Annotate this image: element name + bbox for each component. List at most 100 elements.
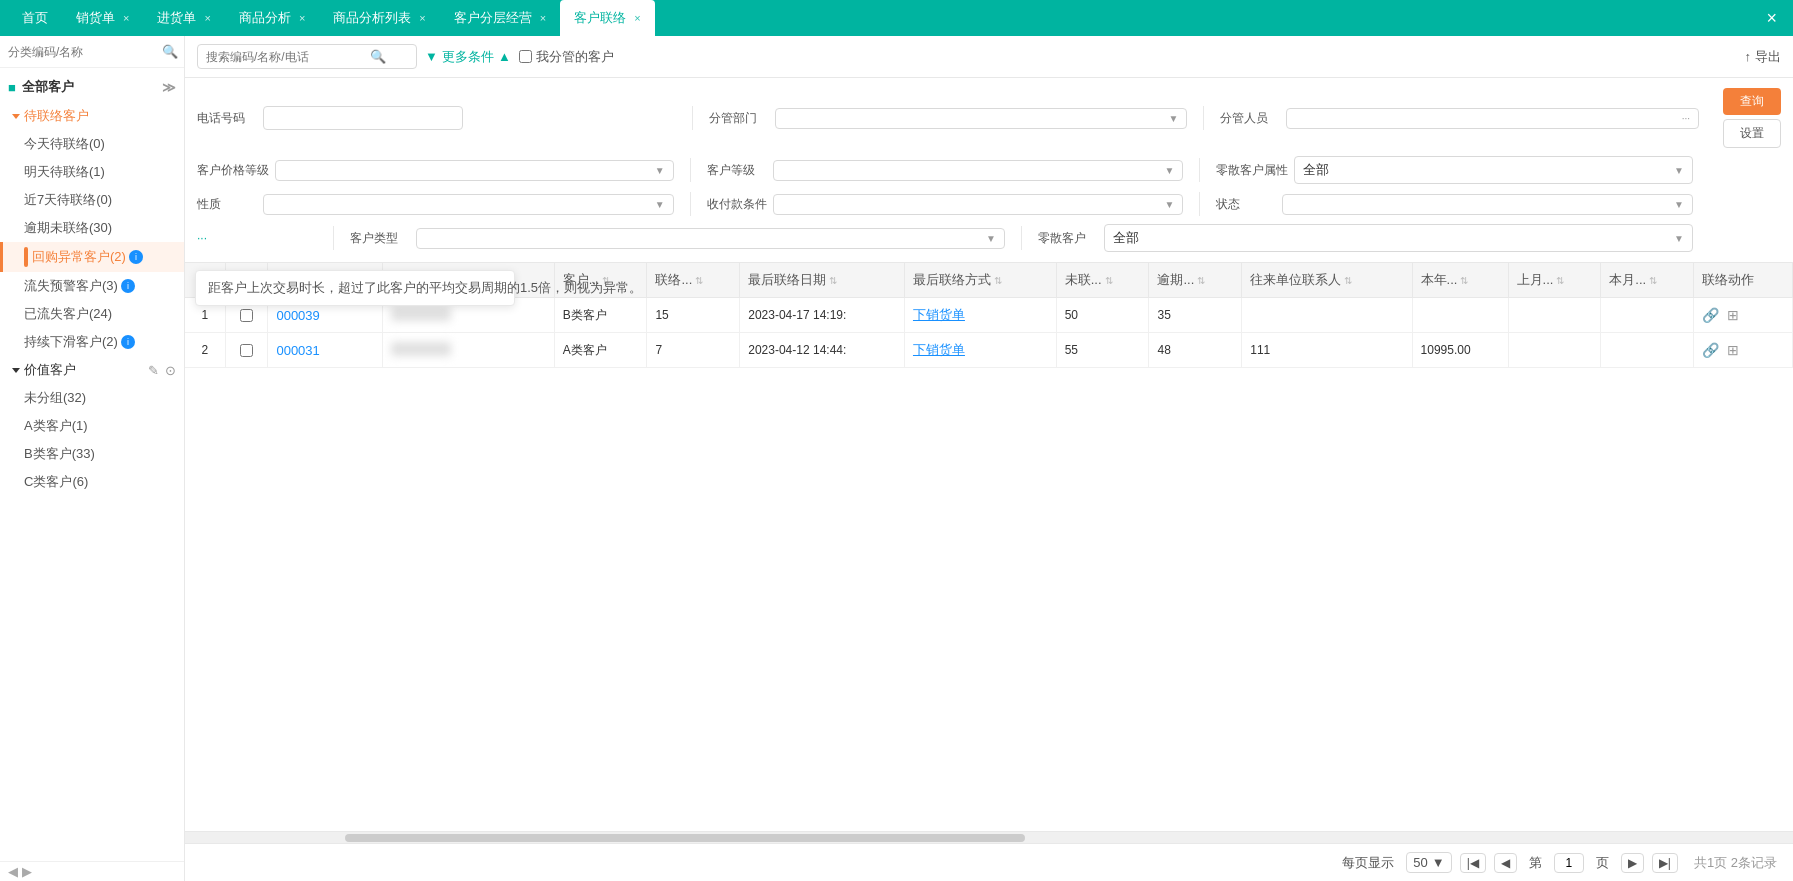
row-this-year [1412,298,1508,333]
query-button[interactable]: 查询 [1723,88,1781,115]
sort-icon: ⇅ [1649,275,1657,286]
page-size-select[interactable]: 50 ▼ [1406,852,1451,873]
status-select[interactable]: ▼ [1282,194,1693,215]
sidebar-item-tomorrow[interactable]: 明天待联络(1) [0,158,184,186]
sidebar-item-class-b[interactable]: B类客户(33) [0,440,184,468]
table-container[interactable]: ⚙ 客户编码 ⇅ 客户名称 [185,263,1793,831]
top-nav: 首页 销货单 × 进货单 × 商品分析 × 商品分析列表 × 客户分层经营 × … [0,0,1793,36]
col-header-this-year[interactable]: 本年... ⇅ [1412,263,1508,298]
close-all-button[interactable]: × [1758,8,1785,29]
sort-icon: ⇅ [1556,275,1564,286]
close-icon[interactable]: × [419,12,425,24]
nature-select[interactable]: ▼ [263,194,674,215]
col-header-not-contacted[interactable]: 未联... ⇅ [1056,263,1149,298]
close-icon[interactable]: × [204,12,210,24]
price-level-select[interactable]: ▼ [275,160,674,181]
sidebar-item-class-c[interactable]: C类客户(6) [0,468,184,496]
retail-attr-select[interactable]: 全部 ▼ [1294,156,1693,184]
close-icon[interactable]: × [123,12,129,24]
link-action-icon[interactable]: 🔗 [1702,342,1719,358]
chevron-down-icon: ▼ [1164,199,1174,210]
more-conditions-button[interactable]: ▼ 更多条件 ▲ [425,48,511,66]
edit-icon[interactable]: ✎ [148,363,159,378]
col-header-overdue[interactable]: 逾期... ⇅ [1149,263,1242,298]
horizontal-scrollbar[interactable] [185,831,1793,843]
link-action-icon[interactable]: 🔗 [1702,307,1719,323]
search-input[interactable] [206,50,366,64]
nav-tab-home[interactable]: 首页 [8,0,62,36]
customer-level-select[interactable]: ▼ [773,160,1184,181]
close-icon[interactable]: × [540,12,546,24]
page-number-input[interactable] [1554,853,1584,873]
col-header-unit-contact[interactable]: 往来单位联系人 ⇅ [1242,263,1412,298]
page-first-button[interactable]: |◀ [1460,853,1486,873]
col-header-last-contact-method[interactable]: 最后联络方式 ⇅ [904,263,1056,298]
more-link[interactable]: ··· [197,231,207,245]
settings-icon[interactable]: ⊙ [165,363,176,378]
sidebar-item-churned[interactable]: 已流失客户(24) [0,300,184,328]
sidebar-item-ungrouped[interactable]: 未分组(32) [0,384,184,412]
settings-button[interactable]: 设置 [1723,119,1781,148]
sidebar-item-class-a[interactable]: A类客户(1) [0,412,184,440]
col-header-last-month[interactable]: 上月... ⇅ [1508,263,1601,298]
scroll-thumb[interactable] [345,834,1025,842]
col-header-contact[interactable]: 联络... ⇅ [647,263,740,298]
retail-select[interactable]: 全部 ▼ [1104,224,1693,252]
nav-tab-sales[interactable]: 销货单 × [62,0,143,36]
filter-nature: 性质 ▼ [197,194,674,215]
scroll-left-icon[interactable]: ◀ [8,864,18,879]
sort-icon: ⇅ [1197,275,1205,286]
info-icon[interactable]: i [121,335,135,349]
phone-input[interactable] [263,106,463,130]
row-not-contacted: 50 [1056,298,1149,333]
sidebar-pending-group[interactable]: 待联络客户 [0,102,184,130]
sidebar-value-customers[interactable]: 价值客户 ✎ ⊙ [0,356,184,384]
page-last-button[interactable]: ▶| [1652,853,1678,873]
manager-select[interactable]: ··· [1286,108,1699,129]
sidebar-item-churn-warning[interactable]: 流失预警客户(3) i [0,272,184,300]
grid-action-icon[interactable]: ⊞ [1727,307,1739,323]
sidebar-all-customers[interactable]: ■ 全部客户 ≫ [0,72,184,102]
collapse-icon[interactable]: ≫ [162,80,176,95]
row-select-checkbox[interactable] [240,309,253,322]
chevron-down-icon: ▼ [1164,165,1174,176]
my-customers-check[interactable] [519,50,532,63]
nav-tab-product-list[interactable]: 商品分析列表 × [319,0,439,36]
row-last-method[interactable]: 下销货单 [904,333,1056,368]
sidebar-search-input[interactable] [8,45,158,59]
search-icon[interactable]: 🔍 [162,44,178,59]
scroll-right-icon[interactable]: ▶ [22,864,32,879]
export-button[interactable]: ↑ 导出 [1745,48,1782,66]
sidebar: 🔍 ■ 全部客户 ≫ 待联络客户 今天待联络(0) 明天待联络(1) 近7天待联… [0,36,185,881]
sidebar-item-repurchase-abnormal[interactable]: 回购异常客户(2) i [0,242,184,272]
col-header-this-month[interactable]: 本月... ⇅ [1601,263,1694,298]
row-last-method[interactable]: 下销货单 [904,298,1056,333]
col-header-last-contact-date[interactable]: 最后联络日期 ⇅ [740,263,905,298]
my-customers-checkbox[interactable]: 我分管的客户 [519,48,614,66]
customer-type-select[interactable]: ▼ [416,228,1005,249]
nav-tab-customer-contact[interactable]: 客户联络 × [560,0,654,36]
grid-action-icon[interactable]: ⊞ [1727,342,1739,358]
close-icon[interactable]: × [299,12,305,24]
department-select[interactable]: ▼ [775,108,1188,129]
info-icon[interactable]: i [129,250,143,264]
nav-tab-purchase[interactable]: 进货单 × [143,0,224,36]
row-checkbox[interactable] [225,333,268,368]
info-icon[interactable]: i [121,279,135,293]
filter-price-level: 客户价格等级 ▼ [197,160,674,181]
row-select-checkbox[interactable] [240,344,253,357]
page-next-button[interactable]: ▶ [1621,853,1644,873]
nav-tab-customer-tier[interactable]: 客户分层经营 × [440,0,560,36]
row-code[interactable]: 000031 [268,333,382,368]
row-last-date: 2023-04-17 14:19: [740,298,905,333]
payment-select[interactable]: ▼ [773,194,1184,215]
sidebar-item-today[interactable]: 今天待联络(0) [0,130,184,158]
sidebar-item-overdue[interactable]: 逾期未联络(30) [0,214,184,242]
sidebar-item-7days[interactable]: 近7天待联络(0) [0,186,184,214]
page-prev-button[interactable]: ◀ [1494,853,1517,873]
nav-tab-product-analysis[interactable]: 商品分析 × [225,0,319,36]
close-icon[interactable]: × [634,12,640,24]
sort-icon: ⇅ [695,275,703,286]
sidebar-item-declining[interactable]: 持续下滑客户(2) i [0,328,184,356]
search-icon[interactable]: 🔍 [370,49,386,64]
